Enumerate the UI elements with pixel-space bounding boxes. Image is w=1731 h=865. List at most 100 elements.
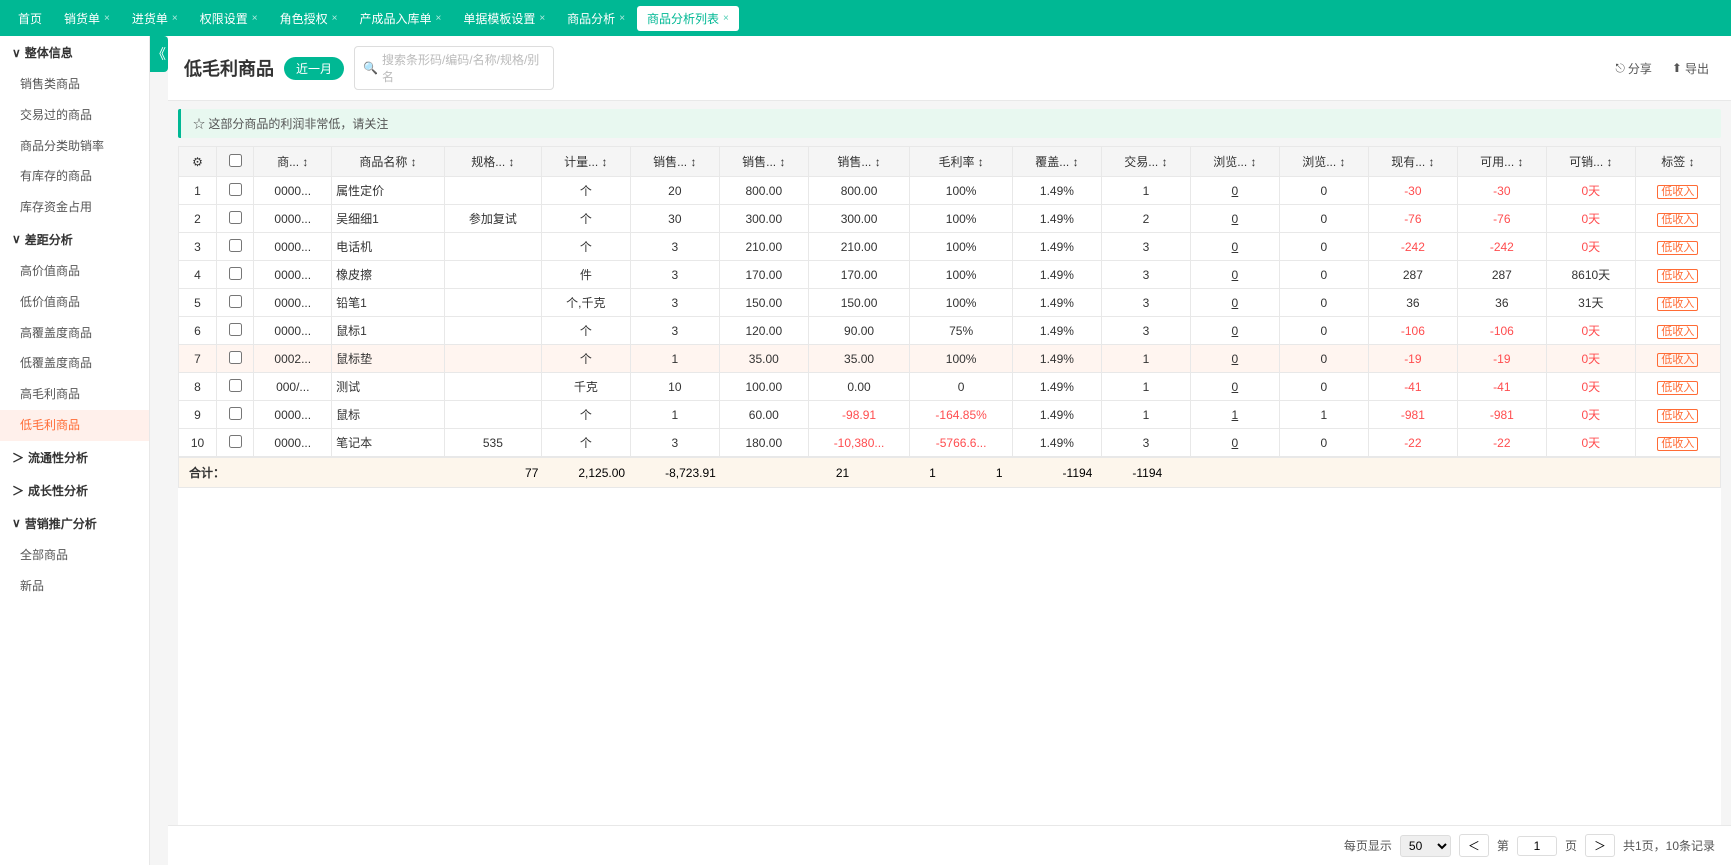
row-name[interactable]: 笔记本 — [332, 429, 445, 457]
close-icon[interactable]: × — [539, 13, 545, 24]
row-checkbox[interactable] — [217, 289, 254, 317]
col-available-header[interactable]: 可用... ↕ — [1457, 147, 1546, 177]
col-name-header[interactable]: 商品名称 ↕ — [332, 147, 445, 177]
row-checkbox[interactable] — [217, 429, 254, 457]
row-browse1[interactable]: 0 — [1190, 317, 1279, 345]
close-icon[interactable]: × — [619, 13, 625, 24]
row-sale-price: 35.00 — [719, 345, 808, 373]
col-trade-header[interactable]: 交易... ↕ — [1101, 147, 1190, 177]
row-browse1[interactable]: 0 — [1190, 373, 1279, 401]
row-checkbox[interactable] — [217, 177, 254, 205]
collapse-sidebar-button[interactable]: 《 — [150, 36, 168, 72]
row-browse1[interactable]: 0 — [1190, 429, 1279, 457]
col-checkbox-all[interactable] — [217, 147, 254, 177]
export-button[interactable]: ⬆ 导出 — [1666, 57, 1715, 80]
sidebar-group-gap-analysis[interactable]: ∨ 差距分析 — [0, 223, 149, 256]
sidebar-item-category-rate[interactable]: 商品分类助销率 — [0, 131, 149, 162]
close-icon[interactable]: × — [252, 13, 258, 24]
col-spec-header[interactable]: 规格... ↕ — [444, 147, 541, 177]
nav-purchase[interactable]: 进货单 × — [122, 6, 188, 31]
sidebar-item-high-coverage[interactable]: 高覆盖度商品 — [0, 318, 149, 349]
table-row: 3 0000... 电话机 个 3 210.00 210.00 100% 1.4… — [179, 233, 1721, 261]
row-checkbox[interactable] — [217, 317, 254, 345]
sidebar-item-high-value[interactable]: 高价值商品 — [0, 256, 149, 287]
col-code-header[interactable]: 商... ↕ — [254, 147, 332, 177]
sidebar-group-growth-analysis[interactable]: ＞ 成长性分析 — [0, 474, 149, 507]
col-browse2-header[interactable]: 浏览... ↕ — [1279, 147, 1368, 177]
close-icon[interactable]: × — [723, 13, 729, 24]
col-stock-now-header[interactable]: 现有... ↕ — [1368, 147, 1457, 177]
nav-product-entry[interactable]: 产成品入库单 × — [349, 6, 451, 31]
close-icon[interactable]: × — [435, 13, 441, 24]
nav-home[interactable]: 首页 — [8, 6, 52, 31]
close-icon[interactable]: × — [332, 13, 338, 24]
sidebar-item-low-coverage[interactable]: 低覆盖度商品 — [0, 348, 149, 379]
col-coverage-header[interactable]: 覆盖... ↕ — [1012, 147, 1101, 177]
row-name[interactable]: 橡皮擦 — [332, 261, 445, 289]
page-number-input[interactable] — [1517, 836, 1557, 856]
nav-role-auth[interactable]: 角色授权 × — [270, 6, 348, 31]
row-checkbox[interactable] — [217, 205, 254, 233]
sidebar-group-overall[interactable]: ∨ 整体信息 — [0, 36, 149, 69]
nav-permissions[interactable]: 权限设置 × — [190, 6, 268, 31]
row-name[interactable]: 属性定价 — [332, 177, 445, 205]
row-browse1[interactable]: 0 — [1190, 233, 1279, 261]
sidebar-item-all-products[interactable]: 全部商品 — [0, 540, 149, 571]
nav-sales[interactable]: 销货单 × — [54, 6, 120, 31]
row-browse1[interactable]: 0 — [1190, 177, 1279, 205]
select-all-checkbox[interactable] — [229, 154, 242, 167]
row-name[interactable]: 铅笔1 — [332, 289, 445, 317]
page-label: 第 — [1497, 837, 1509, 854]
next-page-button[interactable]: ＞ — [1585, 834, 1615, 857]
col-sellable-header[interactable]: 可销... ↕ — [1546, 147, 1635, 177]
col-sale-price-header[interactable]: 销售... ↕ — [719, 147, 808, 177]
row-checkbox[interactable] — [217, 345, 254, 373]
share-button[interactable]: ⎋ 分享 — [1609, 57, 1658, 80]
sidebar-item-high-margin[interactable]: 高毛利商品 — [0, 379, 149, 410]
row-browse1[interactable]: 0 — [1190, 345, 1279, 373]
prev-page-button[interactable]: ＜ — [1459, 834, 1489, 857]
col-gross-rate-header[interactable]: 毛利率 ↕ — [910, 147, 1013, 177]
data-table-container[interactable]: ⚙ 商... ↕ 商品名称 ↕ 规格... ↕ 计量... ↕ 销售... ↕ … — [178, 146, 1721, 825]
sidebar-item-stock-capital[interactable]: 库存资金占用 — [0, 192, 149, 223]
row-checkbox[interactable] — [217, 233, 254, 261]
row-qty: 1 — [630, 345, 719, 373]
nav-product-analysis-list[interactable]: 商品分析列表 × — [637, 6, 739, 31]
nav-product-analysis[interactable]: 商品分析 × — [557, 6, 635, 31]
sidebar-group-marketing-analysis[interactable]: ∨ 营销推广分析 — [0, 507, 149, 540]
col-sale-qty-header[interactable]: 销售... ↕ — [630, 147, 719, 177]
row-checkbox[interactable] — [217, 373, 254, 401]
row-name[interactable]: 鼠标1 — [332, 317, 445, 345]
filter-recent-month-button[interactable]: 近一月 — [284, 57, 344, 80]
col-sale-profit-header[interactable]: 销售... ↕ — [808, 147, 910, 177]
sidebar-item-traded-products[interactable]: 交易过的商品 — [0, 100, 149, 131]
row-name[interactable]: 鼠标垫 — [332, 345, 445, 373]
row-name[interactable]: 吴细细1 — [332, 205, 445, 233]
row-name[interactable]: 测试 — [332, 373, 445, 401]
row-gross-rate: 1.49% — [1012, 177, 1101, 205]
sidebar-item-new-products[interactable]: 新品 — [0, 571, 149, 602]
col-browse1-header[interactable]: 浏览... ↕ — [1190, 147, 1279, 177]
row-coverage: 2 — [1101, 205, 1190, 233]
col-unit-header[interactable]: 计量... ↕ — [541, 147, 630, 177]
sidebar-item-sales-products[interactable]: 销售类商品 — [0, 69, 149, 100]
row-name[interactable]: 鼠标 — [332, 401, 445, 429]
row-name[interactable]: 电话机 — [332, 233, 445, 261]
per-page-select[interactable]: 50 100 200 — [1400, 835, 1451, 857]
sidebar-item-low-margin[interactable]: 低毛利商品 — [0, 410, 149, 441]
row-checkbox[interactable] — [217, 401, 254, 429]
col-settings[interactable]: ⚙ — [179, 147, 217, 177]
close-icon[interactable]: × — [104, 13, 110, 24]
sidebar-group-flow-analysis[interactable]: ＞ 流通性分析 — [0, 441, 149, 474]
nav-template-settings[interactable]: 单据模板设置 × — [453, 6, 555, 31]
footer-browse1: 1 — [929, 466, 936, 480]
sidebar-item-low-value[interactable]: 低价值商品 — [0, 287, 149, 318]
row-browse1[interactable]: 1 — [1190, 401, 1279, 429]
col-tag-header[interactable]: 标签 ↕ — [1635, 147, 1720, 177]
sidebar-item-stocked-products[interactable]: 有库存的商品 — [0, 161, 149, 192]
row-checkbox[interactable] — [217, 261, 254, 289]
row-browse1[interactable]: 0 — [1190, 261, 1279, 289]
row-browse1[interactable]: 0 — [1190, 289, 1279, 317]
close-icon[interactable]: × — [172, 13, 178, 24]
row-browse1[interactable]: 0 — [1190, 205, 1279, 233]
